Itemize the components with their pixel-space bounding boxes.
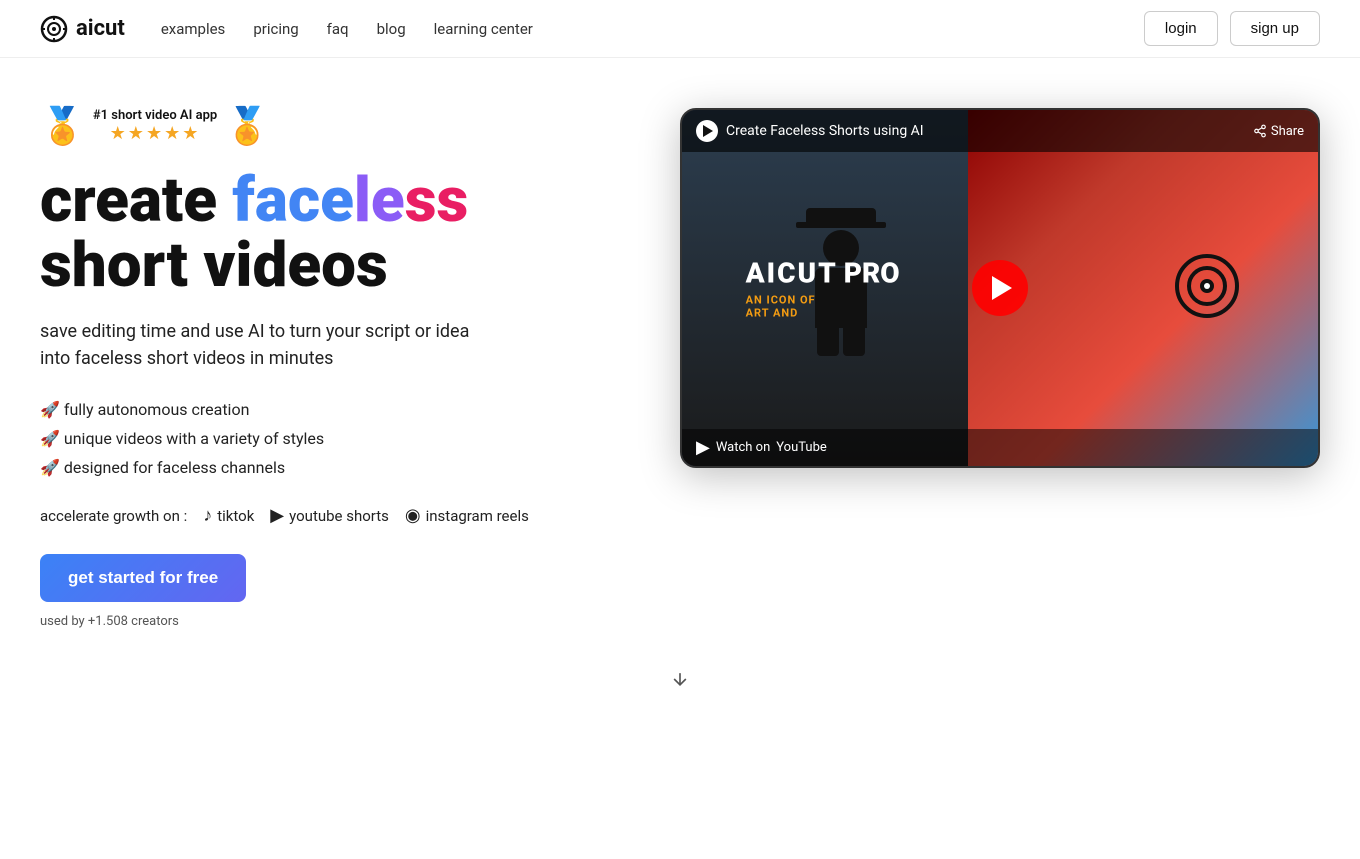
platforms-section: accelerate growth on : ♪ tiktok ▶ youtub… <box>40 505 529 526</box>
headline-le: le <box>354 164 405 237</box>
video-footer: ▶ Watch on YouTube <box>682 429 1318 466</box>
logo-text: aicut <box>76 16 125 41</box>
headline-create: create <box>40 164 232 237</box>
watch-on-label: Watch on <box>716 440 770 455</box>
laurel-right-icon: 🏅 <box>225 108 270 144</box>
nav-link-pricing[interactable]: pricing <box>253 20 298 38</box>
instagram-label: instagram reels <box>426 507 529 525</box>
video-aicut-text: AICUT <box>746 257 838 290</box>
platform-youtube-shorts: ▶ youtube shorts <box>270 505 389 526</box>
youtube-footer-label: YouTube <box>776 440 827 455</box>
badge-stars: ★★★★★ <box>93 123 217 144</box>
youtube-icon: ▶ <box>270 505 284 526</box>
video-container[interactable]: Create Faceless Shorts using AI Share AI… <box>680 108 1320 468</box>
youtube-footer-icon: ▶ <box>696 437 710 458</box>
cta-button[interactable]: get started for free <box>40 554 246 602</box>
play-button[interactable] <box>972 260 1028 316</box>
tiktok-label: tiktok <box>217 507 254 525</box>
hero-left: 🏅 #1 short video AI app ★★★★★ 🏅 create f… <box>40 108 529 629</box>
video-text-overlay: AICUT PRO AN ICON OFART AND <box>746 257 900 320</box>
video-header-left: Create Faceless Shorts using AI <box>696 120 924 142</box>
feature-item: 🚀 fully autonomous creation <box>40 400 529 419</box>
share-label: Share <box>1271 124 1304 139</box>
platforms-label: accelerate growth on : <box>40 507 187 525</box>
badge-center: #1 short video AI app ★★★★★ <box>93 108 217 144</box>
hero-right: Create Faceless Shorts using AI Share AI… <box>680 108 1320 468</box>
tiktok-icon: ♪ <box>203 505 212 526</box>
login-button[interactable]: login <box>1144 11 1218 46</box>
video-header: Create Faceless Shorts using AI Share <box>682 110 1318 152</box>
nav-link-blog[interactable]: blog <box>377 20 406 38</box>
video-share-button[interactable]: Share <box>1253 124 1304 139</box>
video-ring-icon <box>1172 251 1242 325</box>
navbar: aicut examples pricing faq blog learning… <box>0 0 1360 58</box>
nav-right: login sign up <box>1144 11 1320 46</box>
award-badge: 🏅 #1 short video AI app ★★★★★ 🏅 <box>40 108 529 144</box>
video-title: Create Faceless Shorts using AI <box>726 123 924 139</box>
platform-tiktok: ♪ tiktok <box>203 505 254 526</box>
nav-left: aicut examples pricing faq blog learning… <box>40 15 533 43</box>
hero-section: 🏅 #1 short video AI app ★★★★★ 🏅 create f… <box>0 58 1360 629</box>
instagram-icon: ◉ <box>405 505 421 526</box>
video-subtitle: AN ICON OFART AND <box>746 294 900 320</box>
subheadline: save editing time and use AI to turn you… <box>40 318 529 372</box>
nav-link-faq[interactable]: faq <box>327 20 349 38</box>
nav-link-learning-center[interactable]: learning center <box>434 20 533 38</box>
headline-line2: short videos <box>40 229 388 302</box>
nav-links: examples pricing faq blog learning cente… <box>161 20 533 38</box>
scroll-down-icon <box>670 669 690 689</box>
platform-instagram-reels: ◉ instagram reels <box>405 505 529 526</box>
video-pro-text: PRO <box>844 257 900 290</box>
youtube-label: youtube shorts <box>289 507 389 525</box>
youtube-small-logo <box>696 120 718 142</box>
youtube-play-icon <box>703 125 713 137</box>
feature-item: 🚀 designed for faceless channels <box>40 458 529 477</box>
badge-rank-text: #1 short video AI app <box>93 108 217 123</box>
scroll-indicator <box>0 629 1360 709</box>
feature-item: 🚀 unique videos with a variety of styles <box>40 429 529 448</box>
headline-ss: ss <box>405 164 469 237</box>
play-triangle-icon <box>992 276 1012 300</box>
headline-face: face <box>232 164 353 237</box>
nav-link-examples[interactable]: examples <box>161 20 225 38</box>
used-by-text: used by +1.508 creators <box>40 614 529 629</box>
features-list: 🚀 fully autonomous creation 🚀 unique vid… <box>40 400 529 477</box>
signup-button[interactable]: sign up <box>1230 11 1320 46</box>
logo-icon <box>40 15 68 43</box>
logo[interactable]: aicut <box>40 15 125 43</box>
headline: create faceless short videos <box>40 168 529 298</box>
share-icon <box>1253 124 1267 138</box>
laurel-left-icon: 🏅 <box>40 108 85 144</box>
